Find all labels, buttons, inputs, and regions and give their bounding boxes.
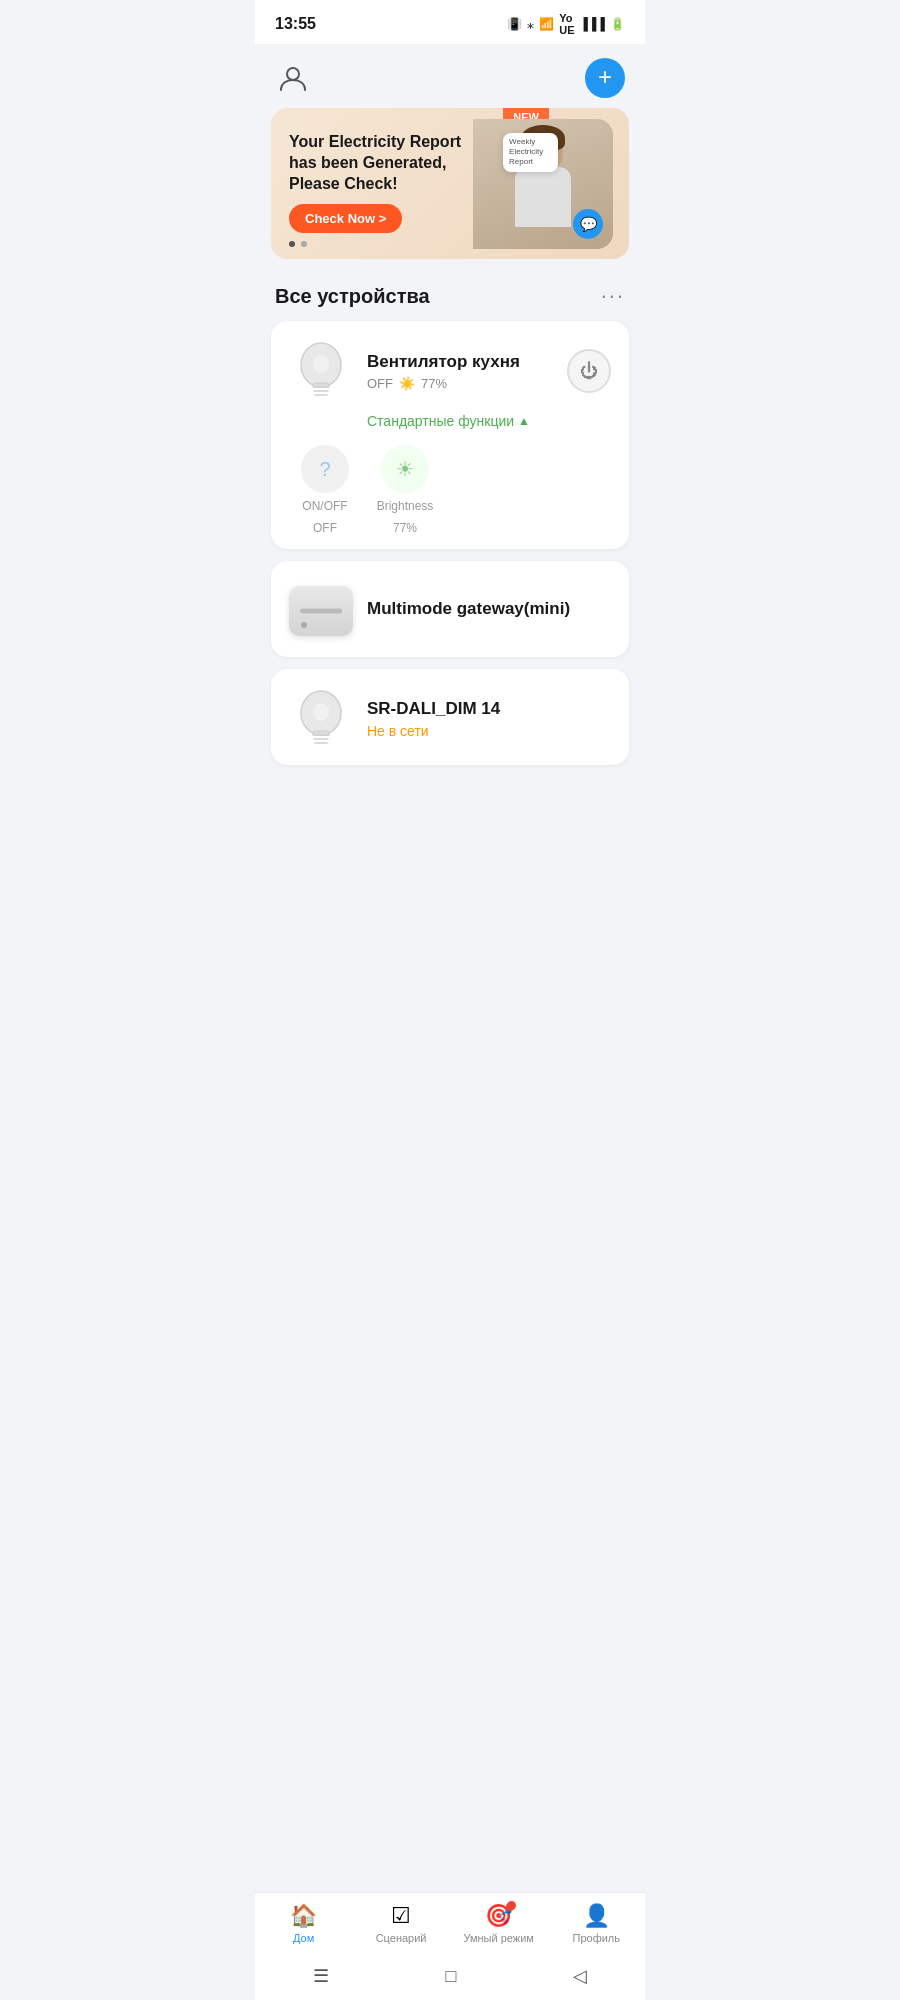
status-bar: 13:55 📳 ⁎ 📶 YoUE ▐▐▐ 🔋 [255,0,645,44]
func-onoff[interactable]: ? ON/OFF OFF [295,445,355,535]
svg-rect-2 [313,383,329,387]
device-card-top-2: Multimode gateway(mini) [289,579,611,643]
device-card-dali: SR-DALI_DIM 14 Не в сети [271,669,629,765]
chat-icon: 💬 [580,216,597,232]
device-card-ventilator: Вентилятор кухня OFF ☀️ 77% ⏻ Стандартны… [271,321,629,549]
func-onoff-value: OFF [313,521,337,535]
svg-rect-5 [313,731,329,735]
device-icon-bulb-1 [289,339,353,403]
std-functions-label-1: Стандартные функции [367,413,514,429]
func-brightness-value: 77% [393,521,417,535]
devices-more-button[interactable]: ··· [601,283,625,309]
device-card-top-1: Вентилятор кухня OFF ☀️ 77% ⏻ [289,339,611,403]
device-icon-gateway [289,579,353,643]
report-card: Weekly Electricity Report [503,133,558,172]
signal-icon: YoUE [559,12,574,36]
app-header: + [255,44,645,108]
device-info-2: Multimode gateway(mini) [367,599,611,623]
wifi-icon: 📶 [539,17,554,31]
device-offline-3: Не в сети [367,723,611,739]
power-icon-1: ⏻ [580,361,598,382]
bulb-icon-3 [295,687,347,751]
svg-point-6 [313,703,329,721]
device-list: Вентилятор кухня OFF ☀️ 77% ⏻ Стандартны… [255,321,645,765]
std-functions-toggle-1[interactable]: Стандартные функции ▲ [367,413,611,429]
device-name-3: SR-DALI_DIM 14 [367,699,611,719]
func-brightness-label: Brightness [377,499,434,515]
status-time: 13:55 [275,15,316,33]
device-info-3: SR-DALI_DIM 14 Не в сети [367,699,611,739]
device-card-gateway: Multimode gateway(mini) [271,561,629,657]
battery-icon: 🔋 [610,17,625,31]
banner-image: Weekly Electricity Report 💬 [457,108,629,259]
plus-icon: + [598,65,612,89]
vibrate-icon: 📳 [507,17,522,31]
user-icon [278,63,308,93]
function-icons-row-1: ? ON/OFF OFF ☀ Brightness 77% [289,445,611,535]
banner-dot-2[interactable] [301,241,307,247]
func-onoff-icon: ? [301,445,349,493]
device-brightness-1: 77% [421,376,447,391]
add-device-button[interactable]: + [585,58,625,98]
func-onoff-label: ON/OFF [302,499,347,515]
banner-section: NEW Your Electricity Report has been Gen… [255,108,645,275]
sun-brightness-icon: ☀️ [399,376,415,391]
electricity-report-banner[interactable]: NEW Your Electricity Report has been Gen… [271,108,629,259]
device-name-2: Multimode gateway(mini) [367,599,611,619]
check-now-button[interactable]: Check Now > [289,204,402,233]
device-icon-bulb-3 [289,687,353,751]
std-functions-arrow-1: ▲ [518,414,530,428]
svg-point-0 [287,68,299,80]
question-icon: ? [319,458,330,481]
power-button-1[interactable]: ⏻ [567,349,611,393]
chat-bot-button[interactable]: 💬 [573,209,603,239]
svg-point-3 [313,355,329,373]
func-brightness-icon: ☀ [381,445,429,493]
func-brightness[interactable]: ☀ Brightness 77% [375,445,435,535]
bulb-icon-1 [295,339,347,403]
bluetooth-icon: ⁎ [527,16,534,32]
banner-dot-1[interactable] [289,241,295,247]
banner-title: Your Electricity Report has been Generat… [289,132,466,194]
device-off-text-1: OFF [367,376,393,391]
device-card-top-3: SR-DALI_DIM 14 Не в сети [289,687,611,751]
signal-bars-icon: ▐▐▐ [579,17,605,31]
user-avatar-button[interactable] [275,60,311,96]
status-icons: 📳 ⁎ 📶 YoUE ▐▐▐ 🔋 [507,12,625,36]
sun-func-icon: ☀ [396,457,414,481]
devices-section-header: Все устройства ··· [255,275,645,321]
all-devices-title: Все устройства [275,285,430,308]
